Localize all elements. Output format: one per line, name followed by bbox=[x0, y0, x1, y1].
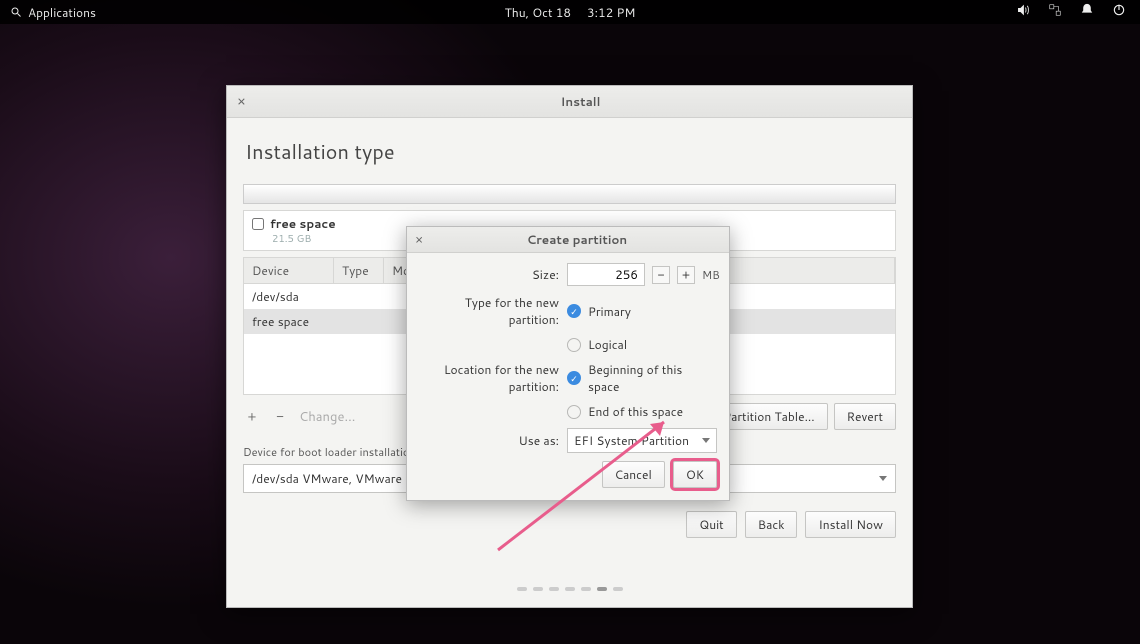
applications-label: Applications bbox=[28, 4, 96, 21]
quit-button[interactable]: Quit bbox=[686, 511, 737, 538]
cell-device: free space bbox=[252, 313, 309, 330]
use-as-label: Use as: bbox=[419, 432, 567, 449]
revert-button[interactable]: Revert bbox=[834, 403, 896, 430]
dialog-titlebar[interactable]: × Create partition bbox=[407, 227, 729, 253]
notifications-icon[interactable] bbox=[1080, 3, 1094, 21]
size-label: Size: bbox=[419, 266, 567, 283]
beginning-option[interactable]: Beginning of this space bbox=[588, 361, 717, 395]
freespace-text: free space bbox=[270, 215, 336, 232]
radio-logical[interactable] bbox=[567, 338, 581, 352]
chevron-down-icon bbox=[879, 476, 887, 481]
remove-partition-button[interactable]: − bbox=[271, 408, 289, 426]
freespace-checkbox[interactable] bbox=[252, 218, 264, 230]
cancel-button[interactable]: Cancel bbox=[602, 461, 665, 488]
radio-beginning[interactable] bbox=[567, 371, 581, 385]
clock[interactable]: Thu, Oct 18 3:12 PM bbox=[505, 4, 636, 21]
change-button[interactable]: Change... bbox=[299, 408, 355, 426]
primary-option[interactable]: Primary bbox=[588, 303, 631, 320]
back-button[interactable]: Back bbox=[745, 511, 798, 538]
time-text: 3:12 PM bbox=[587, 4, 635, 21]
install-now-button[interactable]: Install Now bbox=[805, 511, 896, 538]
page-title: Installation type bbox=[245, 138, 896, 166]
ok-button[interactable]: OK bbox=[673, 461, 717, 488]
date-text: Thu, Oct 18 bbox=[505, 4, 571, 21]
close-icon[interactable]: × bbox=[237, 96, 249, 108]
top-panel: Applications Thu, Oct 18 3:12 PM bbox=[0, 0, 1140, 24]
dialog-title: Create partition bbox=[527, 231, 627, 248]
cell-device: /dev/sda bbox=[252, 288, 299, 305]
partition-usage-bar[interactable] bbox=[243, 184, 896, 204]
logical-option[interactable]: Logical bbox=[588, 336, 627, 353]
size-decrement[interactable]: − bbox=[652, 266, 670, 284]
type-label: Type for the new partition: bbox=[419, 294, 567, 328]
close-icon[interactable]: × bbox=[415, 231, 425, 249]
use-as-select[interactable]: EFI System Partition bbox=[567, 428, 717, 453]
size-increment[interactable]: + bbox=[677, 266, 695, 284]
applications-menu[interactable]: Applications bbox=[0, 4, 106, 21]
col-device[interactable]: Device bbox=[244, 258, 334, 283]
power-icon[interactable] bbox=[1112, 3, 1126, 21]
create-partition-dialog: × Create partition Size: − + MB Type for… bbox=[406, 226, 730, 501]
window-titlebar[interactable]: × Install bbox=[227, 86, 912, 118]
footer-buttons: Quit Back Install Now bbox=[243, 511, 896, 538]
location-label: Location for the new partition: bbox=[419, 361, 567, 395]
size-unit: MB bbox=[702, 267, 720, 283]
window-title: Install bbox=[561, 93, 601, 110]
search-icon bbox=[10, 6, 22, 18]
size-input[interactable] bbox=[567, 263, 645, 286]
radio-end[interactable] bbox=[567, 405, 581, 419]
step-dots bbox=[243, 587, 896, 595]
col-type[interactable]: Type bbox=[334, 258, 384, 283]
network-icon[interactable] bbox=[1048, 3, 1062, 21]
add-partition-button[interactable]: + bbox=[243, 408, 261, 426]
chevron-down-icon bbox=[702, 438, 710, 443]
end-option[interactable]: End of this space bbox=[588, 403, 683, 420]
use-as-value: EFI System Partition bbox=[574, 432, 689, 449]
radio-primary[interactable] bbox=[567, 304, 581, 318]
volume-icon[interactable] bbox=[1016, 3, 1030, 21]
